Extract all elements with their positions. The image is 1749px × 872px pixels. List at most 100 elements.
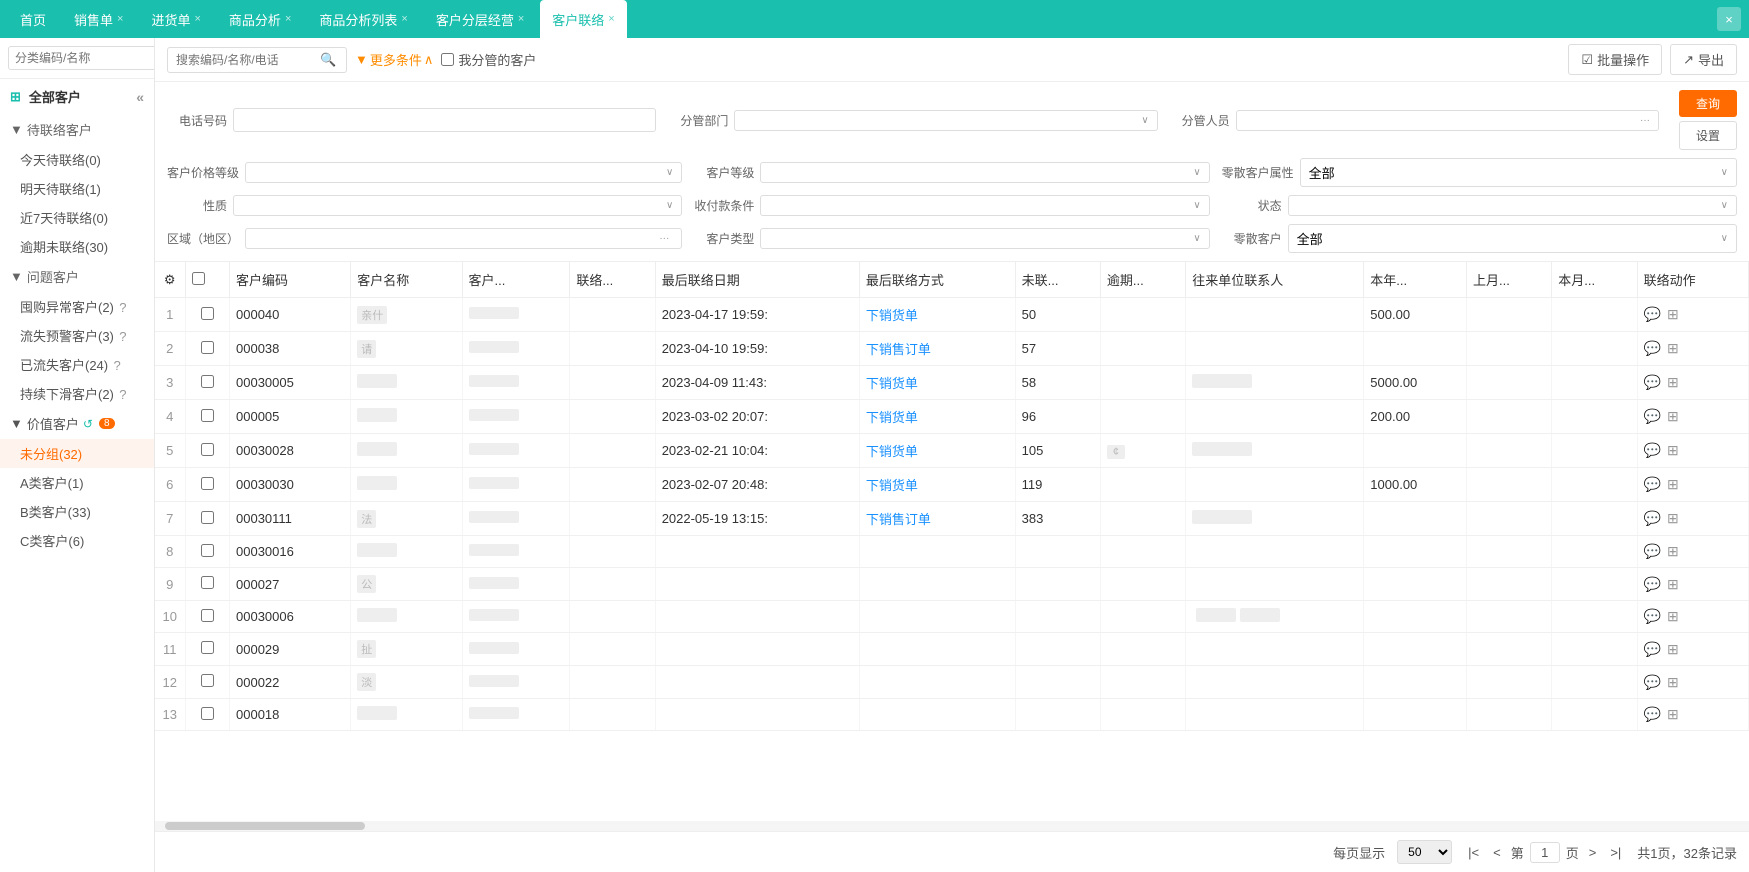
chat-icon[interactable]: 💬 — [1644, 706, 1661, 723]
select-all-checkbox[interactable] — [192, 272, 205, 285]
query-button[interactable]: 查询 — [1679, 90, 1737, 117]
nav-tab-sales[interactable]: 销售单 × — [62, 0, 135, 38]
row-checkbox[interactable] — [185, 568, 230, 601]
my-customers-checkbox[interactable] — [441, 53, 454, 66]
nav-tab-home[interactable]: 首页 — [8, 0, 58, 38]
sidebar-item-abnormal[interactable]: 囤购异常客户(2) ? — [0, 292, 154, 321]
chat-icon[interactable]: 💬 — [1644, 674, 1661, 691]
row-checkbox[interactable] — [185, 468, 230, 502]
row-checkbox[interactable] — [185, 633, 230, 666]
col-type[interactable]: 客户... — [462, 262, 570, 298]
chat-icon[interactable]: 💬 — [1644, 408, 1661, 425]
close-icon[interactable]: × — [608, 13, 614, 25]
horizontal-scrollbar[interactable] — [155, 821, 1749, 831]
row-checkbox[interactable] — [185, 298, 230, 332]
phone-input[interactable] — [233, 108, 656, 132]
sidebar-item-tomorrow-pending[interactable]: 明天待联络(1) — [0, 174, 154, 203]
row-checkbox[interactable] — [185, 536, 230, 568]
sidebar-pending-group[interactable]: ▼ 待联络客户 — [0, 114, 154, 145]
reset-button[interactable]: 设置 — [1679, 121, 1737, 150]
last-page-button[interactable]: >| — [1606, 843, 1625, 862]
row-checkbox[interactable] — [185, 699, 230, 731]
nav-tab-product-list[interactable]: 商品分析列表 × — [307, 0, 419, 38]
price-level-select[interactable]: ∨ — [245, 162, 682, 183]
chat-icon[interactable]: 💬 — [1644, 608, 1661, 625]
sidebar-problem-group[interactable]: ▼ 问题客户 — [0, 261, 154, 292]
apps-icon[interactable]: ⊞ — [1667, 608, 1679, 625]
close-icon[interactable]: × — [285, 13, 291, 25]
row-checkbox[interactable] — [185, 666, 230, 699]
last-type-link[interactable]: 下销售订单 — [866, 342, 931, 357]
sidebar-item-declining[interactable]: 持续下滑客户(2) ? — [0, 379, 154, 408]
batch-ops-button[interactable]: ☑ 批量操作 — [1568, 44, 1662, 75]
row-checkbox[interactable] — [185, 332, 230, 366]
last-type-link[interactable]: 下销货单 — [866, 444, 918, 459]
more-conditions-button[interactable]: ▼ 更多条件 ∧ — [355, 50, 433, 69]
col-code[interactable]: 客户编码 — [230, 262, 351, 298]
last-type-link[interactable]: 下销货单 — [866, 478, 918, 493]
col-name[interactable]: 客户名称 — [351, 262, 462, 298]
close-icon[interactable]: × — [401, 13, 407, 25]
staff-select[interactable]: ··· — [1236, 110, 1659, 131]
chat-icon[interactable]: 💬 — [1644, 340, 1661, 357]
col-last-type[interactable]: 最后联络方式 — [859, 262, 1015, 298]
retail-customer-select[interactable]: 全部 ∨ — [1288, 224, 1737, 253]
last-type-link[interactable]: 下销货单 — [866, 308, 918, 323]
row-checkbox[interactable] — [185, 400, 230, 434]
sidebar-item-type-c[interactable]: C类客户(6) — [0, 526, 154, 555]
search-input[interactable] — [176, 53, 316, 67]
nav-tab-purchase[interactable]: 进货单 × — [139, 0, 212, 38]
close-icon[interactable]: × — [117, 13, 123, 25]
nav-tab-customer-contact[interactable]: 客户联络 × — [540, 0, 626, 38]
close-icon[interactable]: × — [194, 13, 200, 25]
per-page-select[interactable]: 50 100 — [1397, 840, 1452, 864]
next-page-button[interactable]: > — [1585, 843, 1601, 862]
area-select[interactable]: ··· — [245, 228, 682, 249]
window-close-button[interactable]: × — [1717, 7, 1741, 31]
apps-icon[interactable]: ⊞ — [1667, 476, 1679, 493]
apps-icon[interactable]: ⊞ — [1667, 543, 1679, 560]
my-customers-checkbox-label[interactable]: 我分管的客户 — [441, 50, 536, 69]
chat-icon[interactable]: 💬 — [1644, 476, 1661, 493]
last-type-link[interactable]: 下销售订单 — [866, 512, 931, 527]
apps-icon[interactable]: ⊞ — [1667, 510, 1679, 527]
sidebar-search-input[interactable] — [8, 46, 155, 70]
apps-icon[interactable]: ⊞ — [1667, 674, 1679, 691]
nav-tab-customer-ops[interactable]: 客户分层经营 × — [424, 0, 536, 38]
col-year-amt[interactable]: 本年... — [1364, 262, 1467, 298]
settings-icon[interactable]: ⚙ — [164, 272, 176, 287]
col-contact[interactable]: 联络... — [570, 262, 655, 298]
chat-icon[interactable]: 💬 — [1644, 306, 1661, 323]
chat-icon[interactable]: 💬 — [1644, 510, 1661, 527]
retail-attr-select[interactable]: 全部 ∨ — [1300, 158, 1737, 187]
chat-icon[interactable]: 💬 — [1644, 442, 1661, 459]
sidebar-value-group[interactable]: ▼ 价值客户 ↺ 8 — [0, 408, 154, 439]
col-last-date[interactable]: 最后联络日期 — [655, 262, 859, 298]
sidebar-item-ungroup[interactable]: 未分组(32) — [0, 439, 154, 468]
customer-level-select[interactable]: ∨ — [760, 162, 1209, 183]
payment-select[interactable]: ∨ — [760, 195, 1209, 216]
row-checkbox[interactable] — [185, 366, 230, 400]
apps-icon[interactable]: ⊞ — [1667, 641, 1679, 658]
refresh-icon[interactable]: ↺ — [83, 417, 93, 431]
apps-icon[interactable]: ⊞ — [1667, 340, 1679, 357]
sidebar-item-overdue-pending[interactable]: 逾期未联络(30) — [0, 232, 154, 261]
dept-select[interactable]: ∨ — [734, 110, 1157, 131]
export-button[interactable]: ↗ 导出 — [1670, 44, 1737, 75]
search-submit-icon[interactable]: 🔍 — [320, 52, 336, 68]
col-overdue[interactable]: 逾期... — [1100, 262, 1185, 298]
close-icon[interactable]: × — [518, 13, 524, 25]
col-checkbox[interactable] — [185, 262, 230, 298]
apps-icon[interactable]: ⊞ — [1667, 442, 1679, 459]
sidebar-item-type-a[interactable]: A类客户(1) — [0, 468, 154, 497]
row-checkbox[interactable] — [185, 502, 230, 536]
status-select[interactable]: ∨ — [1288, 195, 1737, 216]
last-type-link[interactable]: 下销货单 — [866, 410, 918, 425]
col-settings[interactable]: ⚙ — [155, 262, 185, 298]
col-contacts[interactable]: 往来单位联系人 — [1186, 262, 1364, 298]
col-last-month[interactable]: 上月... — [1466, 262, 1551, 298]
sidebar-item-today-pending[interactable]: 今天待联络(0) — [0, 145, 154, 174]
col-this-month[interactable]: 本月... — [1552, 262, 1637, 298]
row-checkbox[interactable] — [185, 601, 230, 633]
sidebar-item-type-b[interactable]: B类客户(33) — [0, 497, 154, 526]
